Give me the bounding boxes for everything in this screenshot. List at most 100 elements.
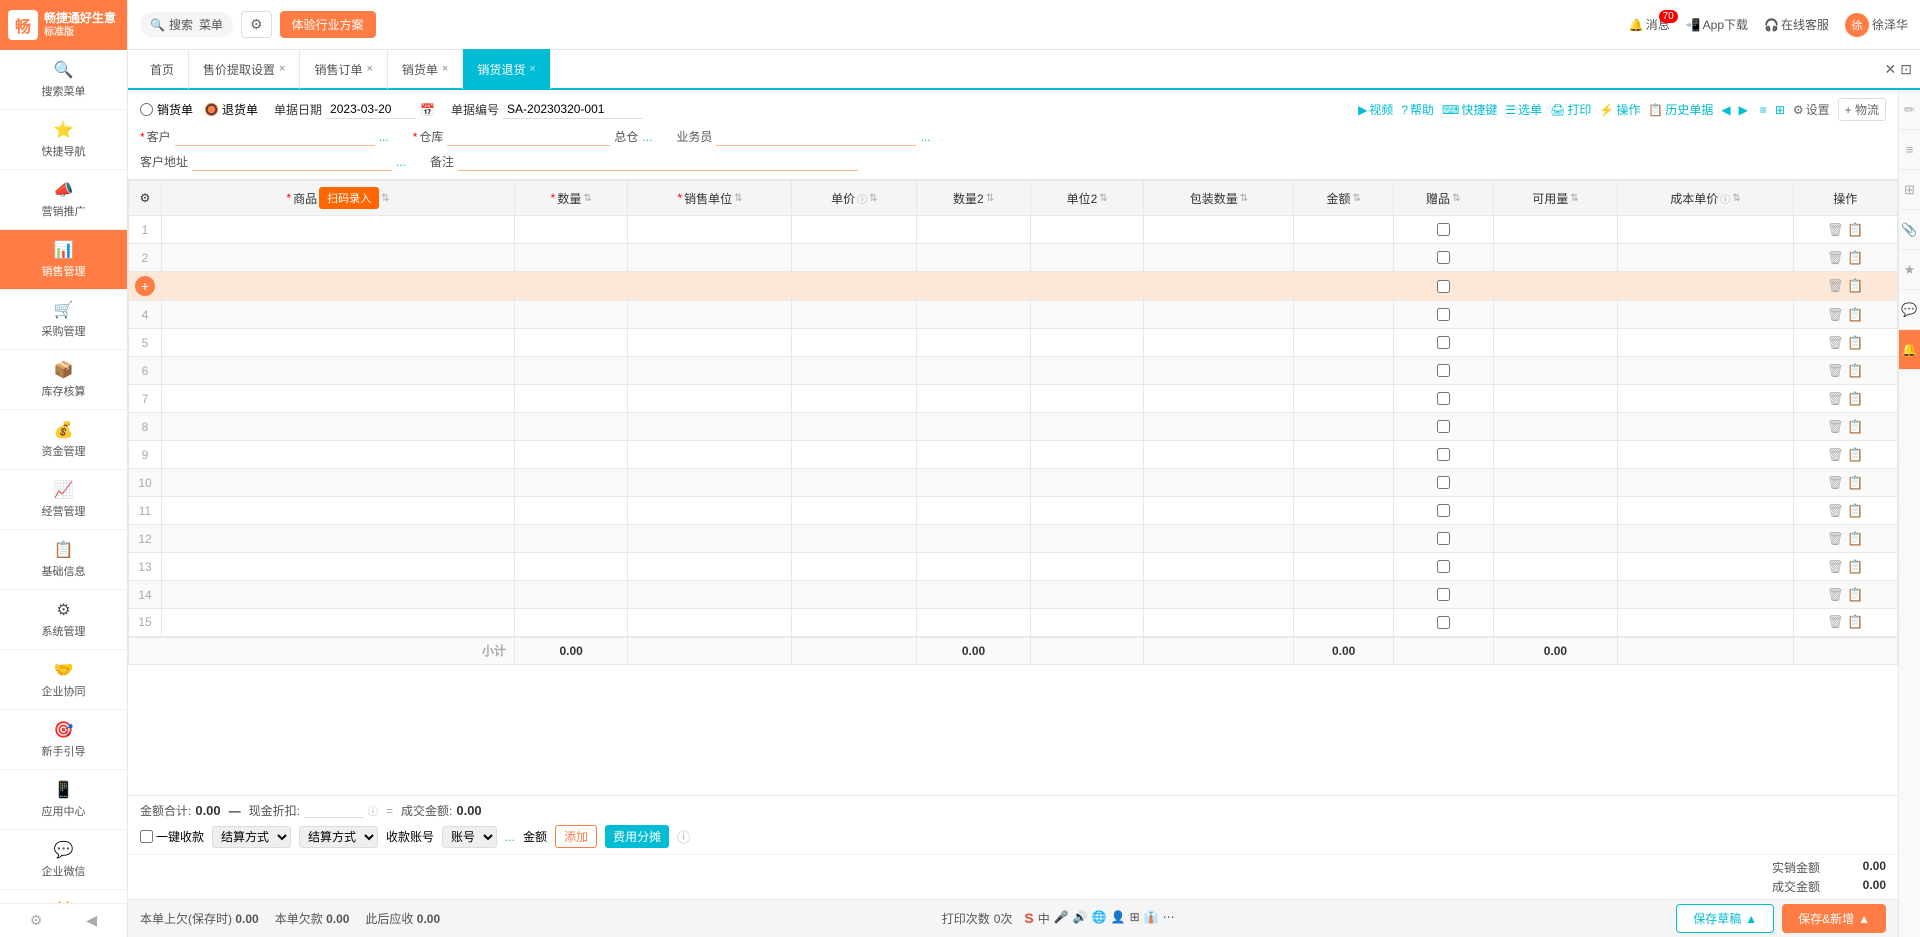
copy-row-icon[interactable]: 📋 xyxy=(1847,447,1863,463)
app-download-link[interactable]: 📲 App下载 xyxy=(1686,16,1748,33)
cell-unit[interactable] xyxy=(628,244,792,272)
delete-row-icon[interactable]: 🗑 xyxy=(1827,503,1844,519)
sidebar-item-operation[interactable]: 📈 经营管理 xyxy=(0,470,127,530)
add-row-button[interactable]: + xyxy=(135,276,155,296)
user-profile[interactable]: 徐 徐泽华 xyxy=(1845,13,1908,37)
sort-product-icon[interactable]: ⇅ xyxy=(381,193,389,204)
fee-button[interactable]: 费用分摊 xyxy=(605,825,669,848)
fee-info-icon[interactable]: ⓘ xyxy=(677,827,690,846)
one-click-pay-input[interactable] xyxy=(140,830,153,843)
cell-price[interactable] xyxy=(792,244,917,272)
radio-return[interactable]: 退货单 xyxy=(205,101,258,118)
settings-small-btn[interactable]: ⚙ 设置 xyxy=(1793,101,1830,118)
gift-checkbox[interactable] xyxy=(1437,364,1450,377)
operate-btn[interactable]: ⚡ 操作 xyxy=(1599,101,1640,118)
view-list-icon[interactable]: ≡ xyxy=(1760,103,1767,117)
cell-qty2[interactable] xyxy=(917,272,1031,301)
cell-product[interactable] xyxy=(162,244,515,272)
sidebar-item-guide[interactable]: 🎯 新手引导 xyxy=(0,710,127,770)
logistics-btn[interactable]: + 物流 xyxy=(1838,98,1886,121)
cell-qty2[interactable] xyxy=(917,244,1031,272)
video-btn[interactable]: ▶ 视频 xyxy=(1358,101,1393,118)
sort-gift-icon[interactable]: ⇅ xyxy=(1452,193,1460,204)
calendar-icon[interactable]: 📅 xyxy=(420,103,435,117)
copy-row-icon[interactable]: 📋 xyxy=(1847,503,1863,519)
cell-unit2[interactable] xyxy=(1030,244,1144,272)
person-icon[interactable]: 👤 xyxy=(1111,910,1126,927)
sidebar-item-app[interactable]: 📱 应用中心 xyxy=(0,770,127,830)
copy-row-icon[interactable]: 📋 xyxy=(1847,250,1863,266)
customer-input[interactable] xyxy=(175,127,375,146)
delete-row-icon[interactable]: 🗑 xyxy=(1827,475,1844,491)
delete-row-icon[interactable]: 🗑 xyxy=(1827,559,1844,575)
close-tab-sales-order[interactable]: × xyxy=(366,63,372,75)
voice-icon[interactable]: 🔊 xyxy=(1073,910,1088,927)
copy-row-icon[interactable]: 📋 xyxy=(1847,222,1863,238)
sidebar-item-finance[interactable]: 💰 资金管理 xyxy=(0,410,127,470)
delete-row-icon[interactable]: 🗑 xyxy=(1827,614,1844,630)
delete-row-icon[interactable]: 🗑 xyxy=(1827,363,1844,379)
cell-available[interactable] xyxy=(1493,272,1618,301)
delete-row-icon[interactable]: 🗑 xyxy=(1827,587,1844,603)
history-btn[interactable]: 📋 历史单据 xyxy=(1648,101,1713,118)
delete-row-icon[interactable]: 🗑 xyxy=(1827,222,1844,238)
cell-unit[interactable] xyxy=(628,272,792,301)
gift-checkbox[interactable] xyxy=(1437,420,1450,433)
copy-row-icon[interactable]: 📋 xyxy=(1847,419,1863,435)
cell-qty[interactable] xyxy=(514,272,628,301)
topbar-search[interactable]: 🔍 搜索 菜单 xyxy=(140,12,233,37)
delete-row-icon[interactable]: 🗑 xyxy=(1827,307,1844,323)
sidebar-item-system[interactable]: ⚙ 系统管理 xyxy=(0,590,127,650)
tab-price-settings[interactable]: 售价提取设置 × xyxy=(189,49,300,89)
cell-unit[interactable] xyxy=(628,216,792,244)
radio-sale-input[interactable] xyxy=(140,103,153,116)
maximize-icon[interactable]: ⊡ xyxy=(1900,61,1912,78)
sidebar-item-enterprise[interactable]: 🤝 企业协同 xyxy=(0,650,127,710)
radio-return-input[interactable] xyxy=(205,103,218,116)
cell-pkg[interactable] xyxy=(1144,216,1294,244)
sidebar-item-member[interactable]: 👑 畅会员 xyxy=(0,890,127,903)
close-tab-sales-invoice[interactable]: × xyxy=(442,63,448,75)
cell-gift[interactable] xyxy=(1393,272,1493,301)
gift-checkbox[interactable] xyxy=(1437,336,1450,349)
copy-row-icon[interactable]: 📋 xyxy=(1847,559,1863,575)
select-btn[interactable]: ☰ 选单 xyxy=(1505,101,1542,118)
info-discount-icon[interactable]: ⓘ xyxy=(368,803,378,818)
tab-sales-invoice[interactable]: 销货单 × xyxy=(388,49,463,89)
sort-unit-icon[interactable]: ⇅ xyxy=(734,193,742,204)
rs-edit-icon[interactable]: ✏ xyxy=(1899,90,1920,130)
copy-row-icon[interactable]: 📋 xyxy=(1847,307,1863,323)
topbar-settings-button[interactable]: ⚙ xyxy=(241,11,272,38)
online-service-link[interactable]: 🎧 在线客服 xyxy=(1764,16,1829,33)
date-input[interactable] xyxy=(326,100,416,119)
shirt-icon[interactable]: 👔 xyxy=(1144,910,1159,927)
sidebar-item-wechat[interactable]: 💬 企业微信 xyxy=(0,830,127,890)
sort-unit2-icon[interactable]: ⇅ xyxy=(1099,193,1107,204)
sort-qty2-icon[interactable]: ⇅ xyxy=(986,193,994,204)
gift-checkbox[interactable] xyxy=(1437,251,1450,264)
sidebar-item-basic[interactable]: 📋 基础信息 xyxy=(0,530,127,590)
save-new-button[interactable]: 保存&新增 ▲ xyxy=(1782,904,1886,933)
sidebar-item-inventory[interactable]: 📦 库存核算 xyxy=(0,350,127,410)
shortcut-btn[interactable]: ⌨ 快捷键 xyxy=(1442,101,1497,118)
rs-list-icon[interactable]: ≡ xyxy=(1899,130,1920,170)
sidebar-item-marketing[interactable]: 📣 营销推广 xyxy=(0,170,127,230)
tab-sales-order[interactable]: 销售订单 × xyxy=(300,49,387,89)
sort-cost-icon[interactable]: ⇅ xyxy=(1732,193,1740,204)
translate-icon[interactable]: 🌐 xyxy=(1092,910,1107,927)
th-settings[interactable]: ⚙ xyxy=(129,181,162,216)
staff-input[interactable] xyxy=(716,127,916,146)
copy-row-icon[interactable]: 📋 xyxy=(1847,614,1863,630)
mic-icon[interactable]: 🎤 xyxy=(1054,910,1069,927)
radio-sale[interactable]: 销货单 xyxy=(140,101,193,118)
sidebar-item-shortcut[interactable]: ⭐ 快捷导航 xyxy=(0,110,127,170)
close-all-tabs-icon[interactable]: ✕ xyxy=(1885,61,1897,78)
rs-chat-icon[interactable]: 💬 xyxy=(1899,290,1920,330)
delete-row-icon[interactable]: 🗑 xyxy=(1827,531,1844,547)
one-click-pay-checkbox[interactable]: 一键收款 xyxy=(140,828,204,845)
calc-method-select[interactable]: 结算方式 xyxy=(212,826,291,848)
info-cost-icon[interactable]: ⓘ xyxy=(1720,191,1730,206)
cell-price[interactable] xyxy=(792,272,917,301)
product-input[interactable] xyxy=(168,279,508,293)
gift-checkbox[interactable] xyxy=(1437,280,1450,293)
